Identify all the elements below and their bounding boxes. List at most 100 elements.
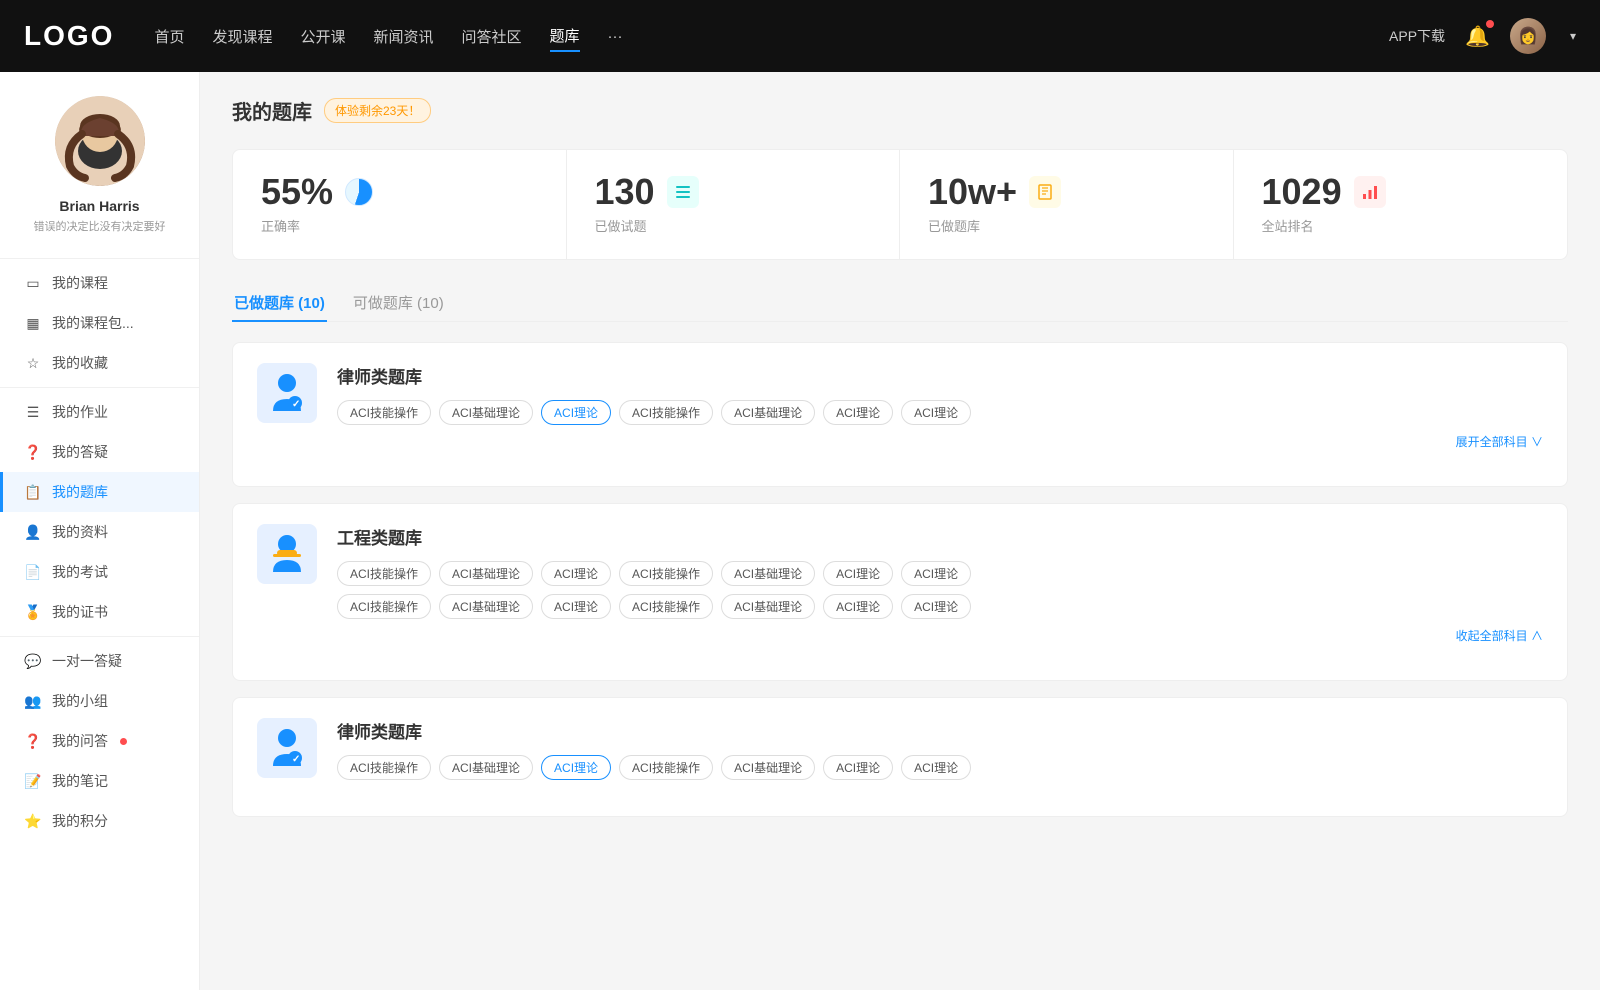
tag-4[interactable]: ACI基础理论	[721, 755, 815, 780]
nav-link-qbank[interactable]: 题库	[550, 21, 580, 52]
tag-0[interactable]: ACI技能操作	[337, 755, 431, 780]
qbank-expand-1[interactable]: 展开全部科目 ∨	[337, 433, 1543, 450]
tag-2[interactable]: ACI理论	[541, 755, 611, 780]
sidebar-item-label: 我的答疑	[52, 442, 108, 462]
nav-link-more[interactable]: ···	[608, 24, 623, 49]
tag-1[interactable]: ACI基础理论	[439, 755, 533, 780]
tab-todo-banks[interactable]: 可做题库 (10)	[351, 284, 446, 321]
nav-app-download[interactable]: APP下载	[1389, 26, 1445, 46]
sidebar-avatar	[55, 96, 145, 186]
stat-done-banks: 10w+ 已做题库	[900, 150, 1234, 259]
stats-grid: 55% 正确率 130 已做试题 10w+	[232, 149, 1568, 260]
coursepackage-icon: ▦	[24, 315, 42, 332]
sidebar-item-qbank[interactable]: 📋 我的题库	[0, 472, 199, 512]
nav-link-qa[interactable]: 问答社区	[462, 22, 522, 51]
sidebar-item-label: 我的小组	[52, 691, 108, 711]
qbank-header: ✓ 律师类题库 ACI技能操作 ACI基础理论 ACI理论 ACI技能操作 AC…	[257, 363, 1543, 450]
stat-done-banks-value: 10w+	[928, 174, 1017, 210]
stat-done-questions-value: 130	[595, 174, 655, 210]
sidebar-item-certificate[interactable]: 🏅 我的证书	[0, 592, 199, 632]
book-icon	[1029, 176, 1061, 208]
tab-done-banks[interactable]: 已做题库 (10)	[232, 284, 327, 321]
tag-6[interactable]: ACI理论	[901, 561, 971, 586]
nav-link-news[interactable]: 新闻资讯	[374, 22, 434, 51]
sidebar-menu: ▭ 我的课程 ▦ 我的课程包... ☆ 我的收藏 ☰ 我的作业 ❓ 我的答疑 📋	[0, 263, 199, 841]
stat-done-questions-label: 已做试题	[595, 216, 872, 235]
sidebar-item-label: 我的积分	[52, 811, 108, 831]
sidebar-item-questions[interactable]: ❓ 我的答疑	[0, 432, 199, 472]
qbank-card-lawyer-1: ✓ 律师类题库 ACI技能操作 ACI基础理论 ACI理论 ACI技能操作 AC…	[232, 342, 1568, 487]
qbank-content: 工程类题库 ACI技能操作 ACI基础理论 ACI理论 ACI技能操作 ACI基…	[337, 524, 1543, 644]
qbank-content: 律师类题库 ACI技能操作 ACI基础理论 ACI理论 ACI技能操作 ACI基…	[337, 363, 1543, 450]
stat-done-banks-label: 已做题库	[928, 216, 1205, 235]
nav-link-discover[interactable]: 发现课程	[212, 22, 272, 51]
sidebar-item-label: 我的题库	[52, 482, 108, 502]
sidebar-divider-1	[0, 387, 199, 388]
qbank-collapse-engineer[interactable]: 收起全部科目 ∧	[337, 627, 1543, 644]
qbank-tags: ACI技能操作 ACI基础理论 ACI理论 ACI技能操作 ACI基础理论 AC…	[337, 755, 1543, 780]
sidebar-item-profile[interactable]: 👤 我的资料	[0, 512, 199, 552]
tag-3[interactable]: ACI技能操作	[619, 561, 713, 586]
sidebar-item-homework[interactable]: ☰ 我的作业	[0, 392, 199, 432]
tag-3[interactable]: ACI技能操作	[619, 400, 713, 425]
tag-4[interactable]: ACI基础理论	[721, 561, 815, 586]
list-icon	[667, 176, 699, 208]
tag-8[interactable]: ACI基础理论	[439, 594, 533, 619]
page-title: 我的题库	[232, 96, 312, 125]
sidebar-item-label: 我的作业	[52, 402, 108, 422]
tag-12[interactable]: ACI理论	[823, 594, 893, 619]
tag-3[interactable]: ACI技能操作	[619, 755, 713, 780]
chart-icon	[1354, 176, 1386, 208]
tag-2[interactable]: ACI理论	[541, 400, 611, 425]
tag-5[interactable]: ACI理论	[823, 561, 893, 586]
tag-1[interactable]: ACI基础理论	[439, 400, 533, 425]
sidebar-item-notes[interactable]: 📝 我的笔记	[0, 761, 199, 801]
sidebar-item-1on1[interactable]: 💬 一对一答疑	[0, 641, 199, 681]
nav-avatar[interactable]: 👩	[1510, 18, 1546, 54]
tag-0[interactable]: ACI技能操作	[337, 400, 431, 425]
tag-9[interactable]: ACI理论	[541, 594, 611, 619]
sidebar-divider-2	[0, 636, 199, 637]
tag-13[interactable]: ACI理论	[901, 594, 971, 619]
qa-dot	[120, 738, 127, 745]
qbank-title-lawyer-2: 律师类题库	[337, 718, 1543, 743]
group-icon: 👥	[24, 693, 42, 710]
qbank-header: 工程类题库 ACI技能操作 ACI基础理论 ACI理论 ACI技能操作 ACI基…	[257, 524, 1543, 644]
tag-2[interactable]: ACI理论	[541, 561, 611, 586]
svg-text:✓: ✓	[292, 399, 300, 410]
sidebar-item-favorites[interactable]: ☆ 我的收藏	[0, 343, 199, 383]
nav-links: 首页 发现课程 公开课 新闻资讯 问答社区 题库 ···	[154, 21, 1389, 52]
star-icon: ☆	[24, 355, 42, 372]
sidebar-item-label: 我的问答	[52, 731, 108, 751]
tag-11[interactable]: ACI基础理论	[721, 594, 815, 619]
points-icon: ⭐	[24, 813, 42, 830]
sidebar-item-coursepackage[interactable]: ▦ 我的课程包...	[0, 303, 199, 343]
nav-link-opencourse[interactable]: 公开课	[300, 22, 345, 51]
tag-6[interactable]: ACI理论	[901, 755, 971, 780]
sidebar-item-group[interactable]: 👥 我的小组	[0, 681, 199, 721]
nav-right: APP下载 🔔 👩 ▾	[1389, 18, 1576, 54]
tag-0[interactable]: ACI技能操作	[337, 561, 431, 586]
nav-link-home[interactable]: 首页	[154, 22, 184, 51]
sidebar-motto: 错误的决定比没有决定要好	[22, 218, 178, 234]
sidebar-item-exam[interactable]: 📄 我的考试	[0, 552, 199, 592]
sidebar-item-myqa[interactable]: ❓ 我的问答	[0, 721, 199, 761]
sidebar-item-points[interactable]: ⭐ 我的积分	[0, 801, 199, 841]
trial-badge: 体验剩余23天！	[324, 98, 431, 123]
sidebar-item-label: 我的证书	[52, 602, 108, 622]
tag-1[interactable]: ACI基础理论	[439, 561, 533, 586]
tag-7[interactable]: ACI技能操作	[337, 594, 431, 619]
nav-bell[interactable]: 🔔	[1465, 24, 1490, 49]
sidebar-item-mycourse[interactable]: ▭ 我的课程	[0, 263, 199, 303]
tag-6[interactable]: ACI理论	[901, 400, 971, 425]
tag-5[interactable]: ACI理论	[823, 400, 893, 425]
sidebar-username: Brian Harris	[59, 198, 139, 214]
qbank-icon-engineer	[257, 524, 317, 584]
qbank-icon: 📋	[24, 484, 42, 501]
nav-chevron-icon[interactable]: ▾	[1570, 29, 1576, 43]
tag-5[interactable]: ACI理论	[823, 755, 893, 780]
stat-top: 10w+	[928, 174, 1205, 210]
stat-accuracy-label: 正确率	[261, 216, 538, 235]
tag-4[interactable]: ACI基础理论	[721, 400, 815, 425]
tag-10[interactable]: ACI技能操作	[619, 594, 713, 619]
